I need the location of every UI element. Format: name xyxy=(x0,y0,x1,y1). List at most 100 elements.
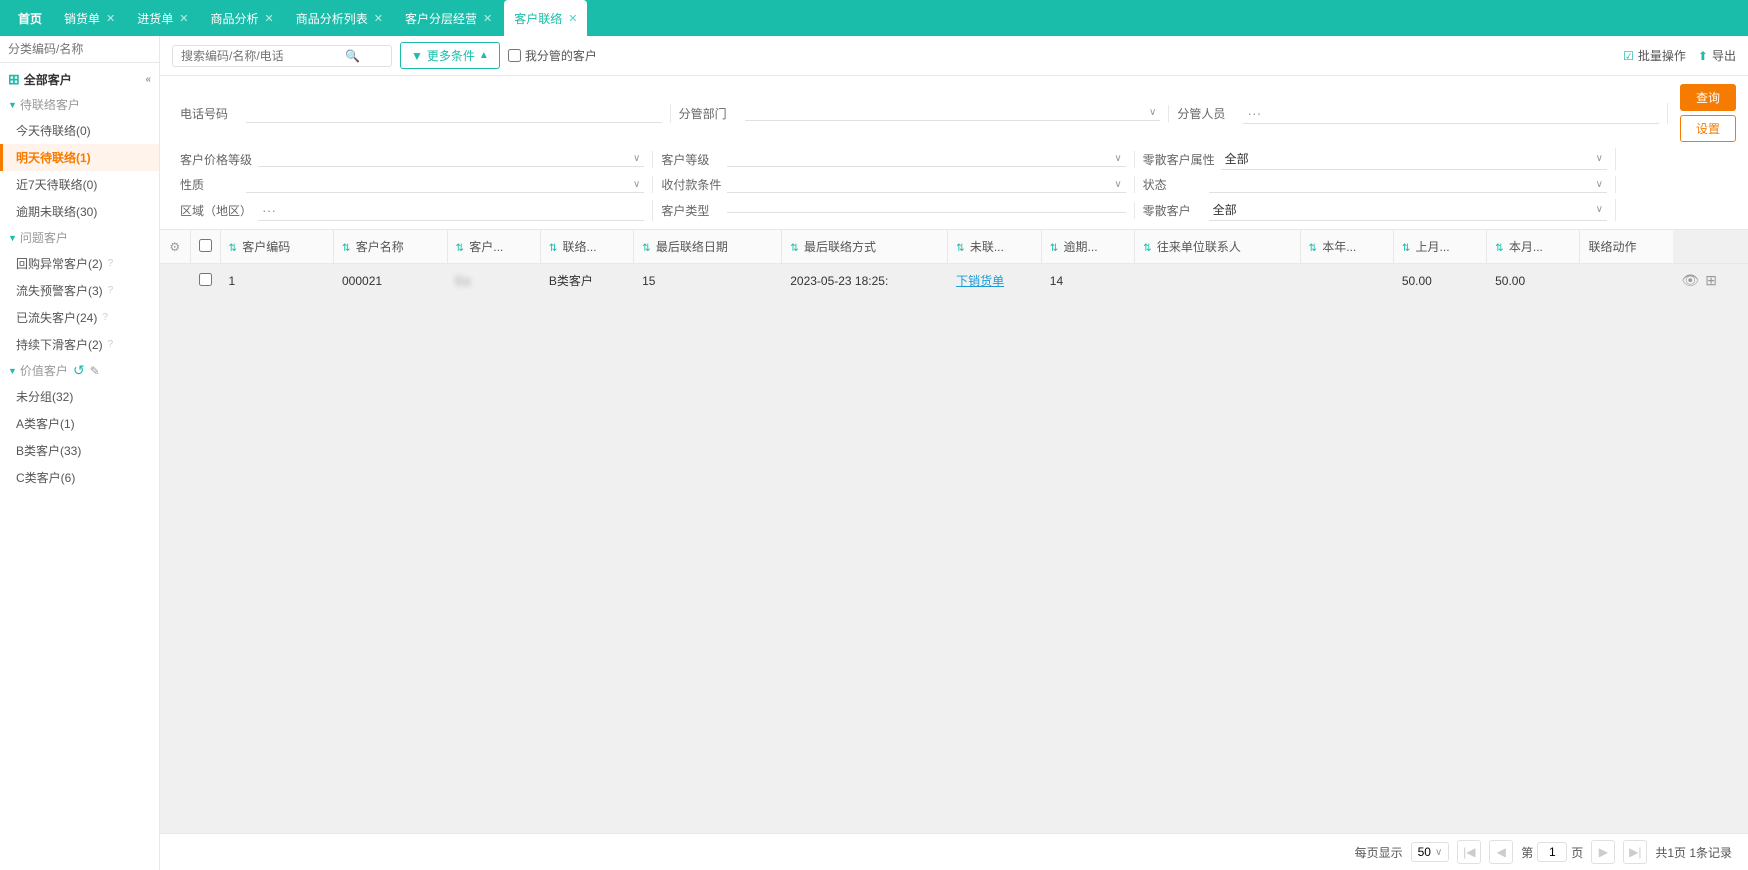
table-header-type[interactable]: ⇅ 客户... xyxy=(447,230,540,264)
prev-page-button[interactable]: ◀ xyxy=(1489,840,1513,864)
table-header-last-method[interactable]: ⇅ 最后联络方式 xyxy=(782,230,948,264)
nav-close-sales[interactable]: ✕ xyxy=(106,12,115,25)
sidebar-item-class-b[interactable]: B类客户(33) xyxy=(0,437,159,464)
filter-customer-type-select[interactable] xyxy=(727,208,1125,213)
status-chevron-icon: ∨ xyxy=(1596,179,1603,190)
filter-person: 分管人员 ··· xyxy=(1169,103,1668,124)
region-dots-icon[interactable]: ··· xyxy=(262,202,276,218)
table-header-contact-count[interactable]: ⇅ 联络... xyxy=(540,230,633,264)
main-search-icon[interactable]: 🔍 xyxy=(345,49,360,63)
table-header-overdue[interactable]: ⇅ 逾期... xyxy=(1041,230,1134,264)
filter-retail-customer-select[interactable]: 全部 ∨ xyxy=(1209,199,1607,221)
row-last-contact-method-link[interactable]: 下销货单 xyxy=(956,274,1004,288)
row-this-month xyxy=(1580,264,1673,298)
contact-action-icon[interactable]: 👁 xyxy=(1681,272,1699,289)
page-number-input[interactable] xyxy=(1537,842,1567,862)
customer-table: ⚙ ⇅ 客户编码 ⇅ 客户名称 ⇅ xyxy=(160,230,1748,298)
next-page-button[interactable]: ▶ xyxy=(1591,840,1615,864)
row-select-checkbox[interactable] xyxy=(199,273,212,286)
per-page-label: 每页显示 xyxy=(1355,844,1403,861)
export-label: 导出 xyxy=(1712,47,1736,64)
sidebar-item-abnormal-repurchase[interactable]: 回购异常客户(2) ? xyxy=(0,250,159,277)
table-header-code[interactable]: ⇅ 客户编码 xyxy=(220,230,334,264)
page-size-select[interactable]: 50 ∨ xyxy=(1411,842,1450,862)
table-header-this-month[interactable]: ⇅ 本月... xyxy=(1487,230,1580,264)
nav-close-customer-tier[interactable]: ✕ xyxy=(483,12,492,25)
nav-close-goods-analysis[interactable]: ✕ xyxy=(265,12,274,25)
level-chevron-icon: ∨ xyxy=(1114,153,1121,164)
content-area: 🔍 ▼ 更多条件 ▲ 我分管的客户 ☑ 批量操作 ⬆ 导出 xyxy=(160,36,1748,870)
sidebar-item-class-a[interactable]: A类客户(1) xyxy=(0,410,159,437)
sidebar-item-week-contact[interactable]: 近7天待联络(0) xyxy=(0,171,159,198)
nav-item-customer-contact[interactable]: 客户联络 ✕ xyxy=(504,0,587,36)
main-search-input[interactable] xyxy=(181,49,341,63)
main-layout: 🔍 ⊞ 全部客户 « 待联络客户 今天待联络(0) 明天待联络(1) 近7天待联… xyxy=(0,36,1748,870)
filter-customer-level-label: 客户等级 xyxy=(661,151,721,168)
sidebar-item-ungrouped[interactable]: 未分组(32) xyxy=(0,383,159,410)
filter-payment-select[interactable]: ∨ xyxy=(727,177,1125,193)
sidebar-all-customers[interactable]: ⊞ 全部客户 « xyxy=(0,63,159,92)
sidebar-item-overdue-contact[interactable]: 逾期未联络(30) xyxy=(0,198,159,225)
nav-item-home[interactable]: 首页 xyxy=(8,0,52,36)
table-header-name[interactable]: ⇅ 客户名称 xyxy=(334,230,448,264)
settings-button[interactable]: 设置 xyxy=(1680,115,1736,142)
sidebar-item-churned[interactable]: 已流失客户(24) ? xyxy=(0,304,159,331)
page-size-chevron-icon: ∨ xyxy=(1435,847,1442,858)
sidebar-item-tomorrow-contact[interactable]: 明天待联络(1) xyxy=(0,144,159,171)
nav-item-purchase[interactable]: 进货单 ✕ xyxy=(127,0,198,36)
more-filter-button[interactable]: ▼ 更多条件 ▲ xyxy=(400,42,500,69)
help-icon-3: ? xyxy=(108,339,114,350)
sidebar-item-declining[interactable]: 持续下滑客户(2) ? xyxy=(0,331,159,358)
filter-phone-input[interactable] xyxy=(246,104,662,123)
sidebar-search-box: 🔍 xyxy=(0,36,159,63)
sidebar-search-input[interactable] xyxy=(8,42,160,56)
table-header-action: 联络动作 xyxy=(1580,230,1673,264)
table-header-gear[interactable]: ⚙ xyxy=(160,230,190,264)
price-chevron-icon: ∨ xyxy=(633,153,640,164)
filter-dept-select[interactable]: ∨ xyxy=(745,105,1161,121)
nav-close-purchase[interactable]: ✕ xyxy=(179,12,188,25)
row-last-month: 50.00 xyxy=(1487,264,1580,298)
sort-icon-last-method: ⇅ xyxy=(790,243,798,254)
sort-icon-name: ⇅ xyxy=(342,243,350,254)
my-customers-checkbox[interactable]: 我分管的客户 xyxy=(508,47,597,64)
nav-item-goods-analysis[interactable]: 商品分析 ✕ xyxy=(200,0,283,36)
filter-payment: 收付款条件 ∨ xyxy=(653,176,1134,193)
nav-item-customer-tier[interactable]: 客户分层经营 ✕ xyxy=(395,0,502,36)
filter-region-select[interactable]: ··· xyxy=(258,200,644,221)
first-page-button[interactable]: |◀ xyxy=(1457,840,1481,864)
nav-item-sales[interactable]: 销货单 ✕ xyxy=(54,0,125,36)
table-header-this-year[interactable]: ⇅ 本年... xyxy=(1300,230,1393,264)
edit-icon[interactable]: ✎ xyxy=(90,364,100,378)
nav-close-customer-contact[interactable]: ✕ xyxy=(568,12,577,25)
grid-action-icon[interactable]: ⊞ xyxy=(1705,272,1717,289)
filter-status-select[interactable]: ∨ xyxy=(1209,177,1607,193)
filter-level-select[interactable]: ∨ xyxy=(727,151,1125,167)
filter-price-select[interactable]: ∨ xyxy=(258,151,644,167)
export-button[interactable]: ⬆ 导出 xyxy=(1698,47,1736,64)
help-icon-1: ? xyxy=(108,285,114,296)
row-checkbox xyxy=(190,264,220,298)
filter-person-select[interactable]: ··· xyxy=(1243,103,1659,124)
table-header-not-contacted[interactable]: ⇅ 未联... xyxy=(948,230,1042,264)
sidebar-item-today-contact[interactable]: 今天待联络(0) xyxy=(0,117,159,144)
refresh-icon[interactable]: ↺ xyxy=(73,362,85,379)
sort-icon-last-month: ⇅ xyxy=(1402,243,1410,254)
select-all-checkbox[interactable] xyxy=(199,239,212,252)
query-button[interactable]: 查询 xyxy=(1680,84,1736,111)
table-header-last-date[interactable]: ⇅ 最后联络日期 xyxy=(634,230,782,264)
last-page-button[interactable]: ▶| xyxy=(1623,840,1647,864)
my-customers-check[interactable] xyxy=(508,49,521,62)
filter-nature-label: 性质 xyxy=(180,176,240,193)
sidebar-item-churn-warning[interactable]: 流失预警客户(3) ? xyxy=(0,277,159,304)
table-header-contact-person[interactable]: ⇅ 往来单位联系人 xyxy=(1135,230,1300,264)
nav-item-goods-analysis-list[interactable]: 商品分析列表 ✕ xyxy=(286,0,393,36)
batch-operation-button[interactable]: ☑ 批量操作 xyxy=(1623,47,1686,64)
person-dots-icon[interactable]: ··· xyxy=(1247,105,1261,121)
table-header-last-month[interactable]: ⇅ 上月... xyxy=(1393,230,1486,264)
row-actions: 👁 ⊞ xyxy=(1673,264,1748,298)
filter-retail-attr-select[interactable]: 全部 ∨ xyxy=(1221,148,1607,170)
sidebar-item-class-c[interactable]: C类客户(6) xyxy=(0,464,159,491)
filter-nature-select[interactable]: ∨ xyxy=(246,177,644,193)
nav-close-goods-analysis-list[interactable]: ✕ xyxy=(374,12,383,25)
